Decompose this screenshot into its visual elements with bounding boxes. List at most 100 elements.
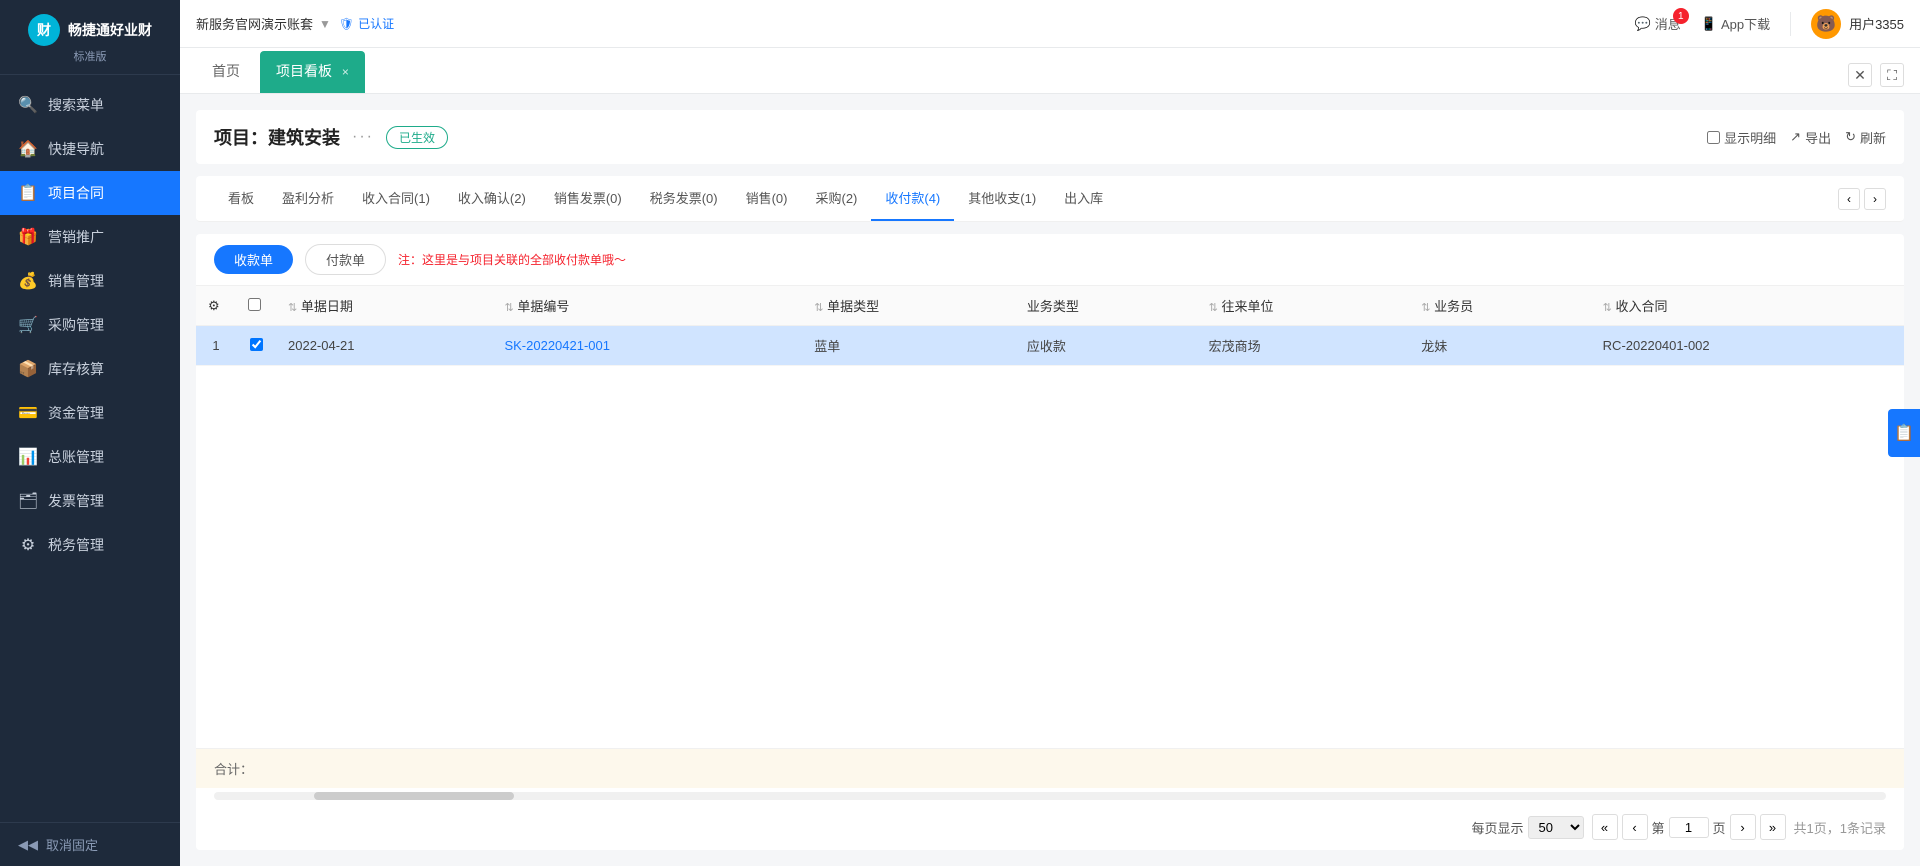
maximize-window-button[interactable]: ⛶ (1880, 63, 1904, 87)
export-button[interactable]: ↗ 导出 (1790, 128, 1831, 147)
th-type[interactable]: ⇅ 单据类型 (802, 286, 1015, 326)
scrollbar-thumb[interactable] (314, 792, 514, 800)
sidebar-item-label: 快捷导航 (48, 139, 104, 159)
sidebar-item-label: 税务管理 (48, 535, 104, 555)
toggle-note: 注：这里是与项目关联的全部收付款单哦～ (398, 251, 626, 268)
settings-icon: ⚙ (208, 298, 220, 313)
sidebar-item-purchase[interactable]: 🛒 采购管理 (0, 303, 180, 347)
th-date[interactable]: ⇅ 单据日期 (276, 286, 492, 326)
sidebar-item-tax[interactable]: ⚙ 税务管理 (0, 523, 180, 567)
invoice-icon: 🗂 (18, 491, 38, 511)
subtab-other-income[interactable]: 其他收支(1) (954, 176, 1050, 221)
row-contract: RC-20220401-002 (1591, 326, 1904, 366)
panel-content: 收款单 付款单 注：这里是与项目关联的全部收付款单哦～ ⚙ (196, 234, 1904, 850)
subtab-payment[interactable]: 收付款(4) (871, 176, 954, 221)
account-selector[interactable]: 新服务官网演示账套 ▼ (196, 14, 331, 33)
sales-icon: 💰 (18, 271, 38, 291)
refresh-icon: ↻ (1845, 129, 1856, 145)
th-salesperson[interactable]: ⇅ 业务员 (1409, 286, 1590, 326)
receipts-toggle[interactable]: 收款单 (214, 245, 293, 274)
project-more-button[interactable]: ··· (352, 128, 374, 146)
refresh-button[interactable]: ↻ 刷新 (1845, 128, 1886, 147)
row-number[interactable]: SK-20220421-001 (492, 326, 802, 366)
table-container: ⚙ ⇅ 单据日期 ⇅ 单据编号 (196, 285, 1904, 748)
sidebar-item-ledger[interactable]: 📊 总账管理 (0, 435, 180, 479)
subtab-purchase[interactable]: 采购(2) (801, 176, 871, 221)
sidebar-item-search[interactable]: 🔍 搜索菜单 (0, 83, 180, 127)
sidebar-nav: 🔍 搜索菜单 🏠 快捷导航 📋 项目合同 🎁 营销推广 💰 销售管理 🛒 采购管… (0, 75, 180, 822)
chevron-down-icon: ▼ (319, 17, 331, 31)
tabbar: 首页 项目看板 × ✕ ⛶ (180, 48, 1920, 94)
sidebar-unpin[interactable]: ◀◀ 取消固定 (0, 822, 180, 866)
th-number[interactable]: ⇅ 单据编号 (492, 286, 802, 326)
sidebar-item-quicknav[interactable]: 🏠 快捷导航 (0, 127, 180, 171)
subtabs: 看板 盈利分析 收入合同(1) 收入确认(2) 销售发票(0) 税务发票(0) … (196, 176, 1904, 222)
row-checkbox[interactable] (236, 326, 276, 366)
toggle-bar: 收款单 付款单 注：这里是与项目关联的全部收付款单哦～ (196, 234, 1904, 285)
page-size-select: 每页显示 50 100 200 (1471, 816, 1583, 839)
ledger-icon: 📊 (18, 447, 38, 467)
subtab-next-button[interactable]: › (1864, 188, 1886, 210)
show-detail-input[interactable] (1707, 131, 1720, 144)
message-button[interactable]: 💬 消息 1 (1635, 14, 1681, 33)
sort-icon: ⇅ (1421, 302, 1430, 314)
horizontal-scrollbar[interactable] (214, 792, 1886, 800)
last-page-button[interactable]: » (1760, 814, 1786, 840)
data-table: ⚙ ⇅ 单据日期 ⇅ 单据编号 (196, 285, 1904, 366)
row-select-checkbox[interactable] (250, 338, 263, 351)
sidebar-item-project[interactable]: 📋 项目合同 (0, 171, 180, 215)
divider (1790, 12, 1791, 36)
subtab-income-contract[interactable]: 收入合同(1) (348, 176, 444, 221)
th-settings[interactable]: ⚙ (196, 286, 236, 326)
per-page-dropdown[interactable]: 50 100 200 (1528, 816, 1584, 839)
tab-home[interactable]: 首页 (196, 51, 256, 93)
row-type: 蓝单 (802, 326, 1015, 366)
inventory-icon: 📦 (18, 359, 38, 379)
close-window-button[interactable]: ✕ (1848, 63, 1872, 87)
sidebar-item-label: 搜索菜单 (48, 95, 104, 115)
payments-toggle[interactable]: 付款单 (305, 244, 386, 275)
th-checkbox[interactable] (236, 286, 276, 326)
tab-close-icon[interactable]: × (342, 65, 349, 79)
float-panel-button[interactable]: 📋 (1888, 409, 1920, 457)
row-index: 1 (196, 326, 236, 366)
project-status-badge: 已生效 (386, 126, 448, 149)
subtab-warehouse[interactable]: 出入库 (1050, 176, 1117, 221)
content-area: 项目：建筑安装 ··· 已生效 显示明细 ↗ 导出 ↻ 刷新 (180, 94, 1920, 866)
prev-page-button[interactable]: ‹ (1622, 814, 1648, 840)
page-number-input[interactable] (1669, 817, 1709, 838)
topbar: 新服务官网演示账套 ▼ 🛡 已认证 💬 消息 1 📱 App下载 🐻 用户335… (180, 0, 1920, 48)
sidebar-item-marketing[interactable]: 🎁 营销推广 (0, 215, 180, 259)
subtab-profit[interactable]: 盈利分析 (268, 176, 348, 221)
subtab-prev-button[interactable]: ‹ (1838, 188, 1860, 210)
subtab-sales-invoice[interactable]: 销售发票(0) (540, 176, 636, 221)
sidebar-item-label: 采购管理 (48, 315, 104, 335)
tab-project-board[interactable]: 项目看板 × (260, 51, 365, 93)
th-contract[interactable]: ⇅ 收入合同 (1591, 286, 1904, 326)
subtab-income-confirm[interactable]: 收入确认(2) (444, 176, 540, 221)
float-panel-icon: 📋 (1894, 423, 1914, 443)
subtabs-nav: ‹ › (1838, 188, 1886, 210)
user-info[interactable]: 🐻 用户3355 (1811, 9, 1904, 39)
sort-icon: ⇅ (1209, 302, 1218, 314)
app-download-button[interactable]: 📱 App下载 (1701, 14, 1770, 33)
th-partner[interactable]: ⇅ 往来单位 (1197, 286, 1410, 326)
sidebar-item-funds[interactable]: 💳 资金管理 (0, 391, 180, 435)
user-avatar: 🐻 (1811, 9, 1841, 39)
row-salesperson: 龙妹 (1409, 326, 1590, 366)
select-all-checkbox[interactable] (248, 298, 261, 311)
scrollbar-row (196, 788, 1904, 804)
subtab-kanban[interactable]: 看板 (214, 176, 268, 221)
sidebar-item-sales[interactable]: 💰 销售管理 (0, 259, 180, 303)
subtab-sales[interactable]: 销售(0) (732, 176, 802, 221)
sidebar-item-invoice[interactable]: 🗂 发票管理 (0, 479, 180, 523)
sidebar-item-inventory[interactable]: 📦 库存核算 (0, 347, 180, 391)
next-page-button[interactable]: › (1730, 814, 1756, 840)
show-detail-checkbox[interactable]: 显示明细 (1707, 128, 1776, 147)
subtab-tax-invoice[interactable]: 税务发票(0) (636, 176, 732, 221)
search-icon: 🔍 (18, 95, 38, 115)
table-row[interactable]: 1 2022-04-21 SK-20220421-001 蓝单 应收款 宏茂商场 (196, 326, 1904, 366)
first-page-button[interactable]: « (1592, 814, 1618, 840)
user-name: 用户3355 (1849, 14, 1904, 33)
page-info: 共1页，1条记录 (1794, 818, 1886, 837)
